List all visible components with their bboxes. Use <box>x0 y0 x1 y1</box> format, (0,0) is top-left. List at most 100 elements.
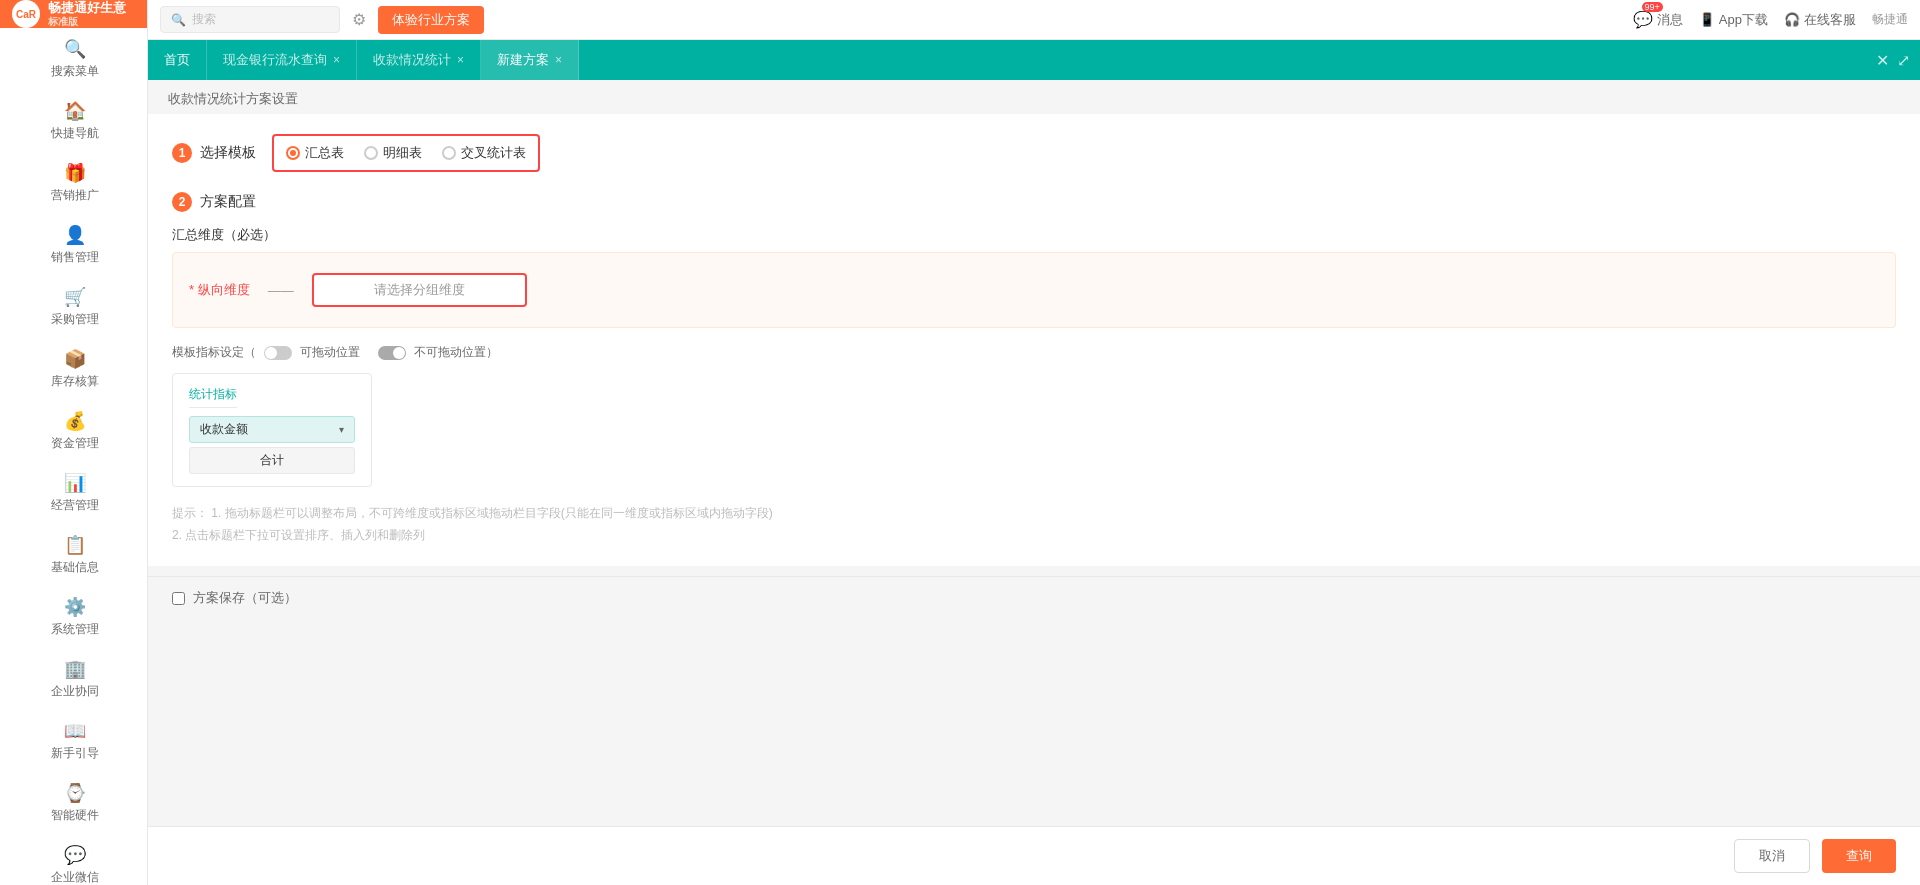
movable-toggle[interactable] <box>264 346 292 360</box>
query-button[interactable]: 查询 <box>1822 839 1896 873</box>
radio-detail[interactable]: 明细表 <box>364 144 422 162</box>
step1-label: 1 选择模板 汇总表 明细表 交叉统计表 <box>172 134 1896 172</box>
sidebar-label-inventory: 库存核算 <box>51 373 99 390</box>
content-area: 收款情况统计方案设置 1 选择模板 汇总表 明细表 <box>148 80 1920 826</box>
app-label: App下载 <box>1719 11 1768 29</box>
tab-new-plan[interactable]: 新建方案 × <box>481 40 579 80</box>
sidebar-item-smart-hw[interactable]: ⌚ 智能硬件 <box>0 772 147 834</box>
config-panel: * 纵向维度 —— 请选择分组维度 <box>172 252 1896 328</box>
finance-icon: 💰 <box>64 410 86 432</box>
indicators-section: 模板指标设定（ 可拖动位置 不可拖动位置） 统计指标 收款金额 <box>172 344 1896 487</box>
sidebar-label-finance: 资金管理 <box>51 435 99 452</box>
trial-button[interactable]: 体验行业方案 <box>378 6 484 34</box>
radio-detail-circle <box>364 146 378 160</box>
vertical-label: * 纵向维度 <box>189 281 250 299</box>
subtotal-row: 合计 <box>189 447 355 474</box>
gear-icon[interactable]: ⚙ <box>352 10 366 29</box>
message-icon: 💬99+ <box>1633 10 1653 29</box>
operations-icon: 📊 <box>64 472 86 494</box>
message-badge: 99+ <box>1642 2 1663 12</box>
topbar: 🔍 搜索 ⚙ 体验行业方案 💬99+ 消息 📱 App下载 🎧 在线客服 畅捷通 <box>148 0 1920 40</box>
sidebar-item-quick-nav[interactable]: 🏠 快捷导航 <box>0 90 147 152</box>
indicator-table: 统计指标 收款金额 ▾ 合计 <box>172 373 372 487</box>
step2-title: 方案配置 <box>200 193 256 211</box>
message-label: 消息 <box>1657 11 1683 29</box>
tips-area: 提示： 1. 拖动标题栏可以调整布局，不可跨维度或指标区域拖动栏目字段(只能在同… <box>172 503 1896 546</box>
sidebar-item-purchase[interactable]: 🛒 采购管理 <box>0 276 147 338</box>
save-checkbox[interactable] <box>172 592 185 605</box>
step1-num: 1 <box>172 143 192 163</box>
tab-home[interactable]: 首页 <box>148 40 207 80</box>
dimension-placeholder: 请选择分组维度 <box>374 282 465 297</box>
tab-receipt-stat[interactable]: 收款情况统计 × <box>357 40 481 80</box>
tabbar: 首页 现金银行流水查询 × 收款情况统计 × 新建方案 × ✕ ⤢ <box>148 40 1920 80</box>
service-icon: 🎧 <box>1784 12 1800 27</box>
summary-dimension-title: 汇总维度（必选） <box>172 227 276 242</box>
step1-section: 1 选择模板 汇总表 明细表 交叉统计表 <box>172 134 1896 172</box>
logo-badge: 标准版 <box>48 16 126 28</box>
sidebar-item-basic-info[interactable]: 📋 基础信息 <box>0 524 147 586</box>
app-download-btn[interactable]: 📱 App下载 <box>1699 11 1768 29</box>
sidebar-item-system[interactable]: ⚙️ 系统管理 <box>0 586 147 648</box>
search-box[interactable]: 🔍 搜索 <box>160 6 340 33</box>
service-label: 在线客服 <box>1804 11 1856 29</box>
sidebar-label-search-menu: 搜索菜单 <box>51 63 99 80</box>
movable-label: 可拖动位置 <box>300 344 360 361</box>
radio-summary-label: 汇总表 <box>305 144 344 162</box>
amount-indicator-tag[interactable]: 收款金额 ▾ <box>189 416 355 443</box>
template-radio-group: 汇总表 明细表 交叉统计表 <box>272 134 540 172</box>
system-icon: ⚙️ <box>64 596 86 618</box>
tab-new-plan-close[interactable]: × <box>555 53 562 67</box>
sidebar-item-operations[interactable]: 📊 经营管理 <box>0 462 147 524</box>
message-btn[interactable]: 💬99+ 消息 <box>1633 10 1683 29</box>
tab-bank-flow-label: 现金银行流水查询 <box>223 51 327 69</box>
sidebar-item-weixin[interactable]: 💬 企业微信 <box>0 834 147 885</box>
main-area: 🔍 搜索 ⚙ 体验行业方案 💬99+ 消息 📱 App下载 🎧 在线客服 畅捷通… <box>148 0 1920 885</box>
radio-summary[interactable]: 汇总表 <box>286 144 344 162</box>
tab-receipt-stat-close[interactable]: × <box>457 53 464 67</box>
logo-icon: CaR <box>12 0 40 28</box>
sidebar-label-guide: 新手引导 <box>51 745 99 762</box>
sidebar-label-enterprise: 企业协同 <box>51 683 99 700</box>
sales-icon: 👤 <box>64 224 86 246</box>
tab-expand-icon[interactable]: ⤢ <box>1897 51 1910 70</box>
radio-cross[interactable]: 交叉统计表 <box>442 144 526 162</box>
username: 畅捷通 <box>1872 11 1908 28</box>
tab-spacer <box>579 40 1866 80</box>
page-header: 收款情况统计方案设置 <box>148 80 1920 114</box>
radio-detail-label: 明细表 <box>383 144 422 162</box>
save-row: 方案保存（可选） <box>148 577 1920 619</box>
sidebar-item-inventory[interactable]: 📦 库存核算 <box>0 338 147 400</box>
dimension-select[interactable]: 请选择分组维度 <box>312 273 527 307</box>
tab-bank-flow[interactable]: 现金银行流水查询 × <box>207 40 357 80</box>
unmovable-dot <box>393 347 405 359</box>
tab-bank-flow-close[interactable]: × <box>333 53 340 67</box>
sidebar-item-guide[interactable]: 📖 新手引导 <box>0 710 147 772</box>
inventory-icon: 📦 <box>64 348 86 370</box>
tab-receipt-stat-label: 收款情况统计 <box>373 51 451 69</box>
indicator-settings-label: 模板指标设定（ <box>172 344 256 361</box>
tab-close-icon[interactable]: ✕ <box>1876 51 1889 70</box>
tip-line2: 2. 点击标题栏下拉可设置排序、插入列和删除列 <box>172 525 1896 547</box>
smart-hw-icon: ⌚ <box>64 782 86 804</box>
sidebar-item-marketing[interactable]: 🎁 营销推广 <box>0 152 147 214</box>
step2-label: 2 方案配置 <box>172 192 1896 212</box>
sidebar-label-weixin: 企业微信 <box>51 869 99 885</box>
search-icon: 🔍 <box>171 13 186 27</box>
logo-text: CaR <box>16 9 36 20</box>
dimension-row: * 纵向维度 —— 请选择分组维度 <box>189 273 1879 307</box>
sidebar-label-sales: 销售管理 <box>51 249 99 266</box>
cancel-button[interactable]: 取消 <box>1734 839 1810 873</box>
sidebar-label-operations: 经营管理 <box>51 497 99 514</box>
dimension-section-title: 汇总维度（必选） <box>172 226 1896 244</box>
logo-name: 畅捷通好生意 <box>48 0 126 16</box>
sidebar-item-enterprise[interactable]: 🏢 企业协同 <box>0 648 147 710</box>
sidebar-logo: CaR 畅捷通好生意 标准版 <box>0 0 147 28</box>
unmovable-label: 不可拖动位置） <box>414 344 498 361</box>
sidebar-item-search-menu[interactable]: 🔍 搜索菜单 <box>0 28 147 90</box>
guide-icon: 📖 <box>64 720 86 742</box>
sidebar-item-finance[interactable]: 💰 资金管理 <box>0 400 147 462</box>
online-service-btn[interactable]: 🎧 在线客服 <box>1784 11 1856 29</box>
sidebar-item-sales[interactable]: 👤 销售管理 <box>0 214 147 276</box>
step2-section: 2 方案配置 汇总维度（必选） * 纵向维度 —— 请选择分组维度 <box>172 192 1896 546</box>
